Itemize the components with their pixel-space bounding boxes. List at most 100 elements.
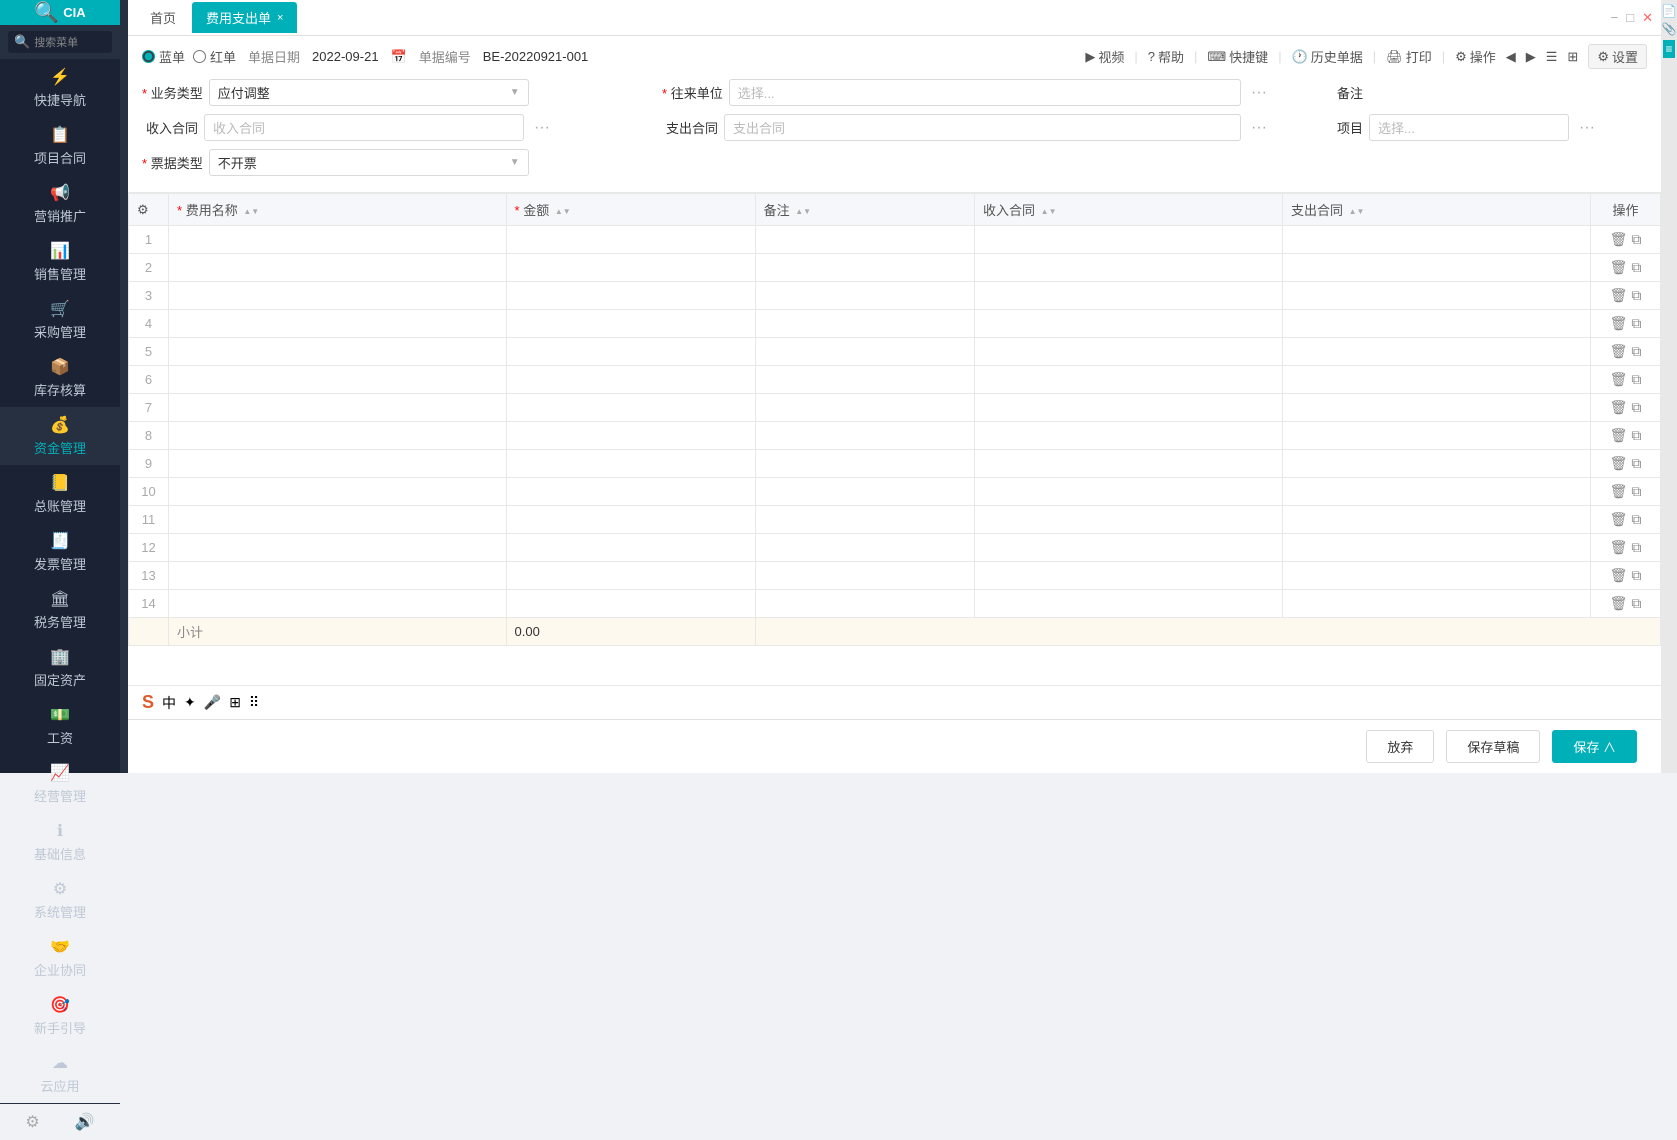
copy-row-7-icon[interactable]: ⧉ [1631, 399, 1641, 415]
invoice-type-select[interactable]: 不开票 ▼ [209, 149, 529, 176]
expense-contract-14[interactable] [1283, 590, 1591, 618]
sort-note-icon[interactable]: ▲▼ [795, 207, 811, 216]
expense-contract-5[interactable] [1283, 338, 1591, 366]
sidebar-item-新手引导[interactable]: 🎯 新手引导 [0, 987, 120, 1045]
expense-name-3[interactable] [169, 282, 507, 310]
income-contract-6[interactable] [975, 366, 1283, 394]
delete-row-10-icon[interactable]: 🗑 [1610, 483, 1628, 499]
copy-row-1-icon[interactable]: ⧉ [1631, 231, 1641, 247]
note-7[interactable] [755, 394, 974, 422]
note-12[interactable] [755, 534, 974, 562]
volume-icon[interactable]: 🔊 [75, 1112, 95, 1132]
window-close-icon[interactable]: ✕ [1642, 10, 1653, 26]
ops-btn[interactable]: ⚙ 操作 [1455, 47, 1496, 66]
delete-row-5-icon[interactable]: 🗑 [1610, 343, 1628, 359]
note-5[interactable] [755, 338, 974, 366]
sidebar-scrollbar[interactable] [120, 0, 128, 773]
copy-row-8-icon[interactable]: ⧉ [1631, 427, 1641, 443]
help-btn[interactable]: ? 帮助 [1148, 47, 1184, 66]
partner-input[interactable]: 选择... [729, 79, 1241, 106]
tag-icon-4[interactable]: ⊞ [229, 694, 241, 711]
print-btn[interactable]: 🖨 打印 [1386, 47, 1432, 66]
expense-name-5[interactable] [169, 338, 507, 366]
delete-row-1-icon[interactable]: 🗑 [1610, 231, 1628, 247]
sort-expense-contract-icon[interactable]: ▲▼ [1349, 207, 1365, 216]
sidebar-item-采购管理[interactable]: 🛒 采购管理 [0, 291, 120, 349]
project-more-btn[interactable]: ··· [1579, 119, 1595, 137]
income-contract-11[interactable] [975, 506, 1283, 534]
expense-name-13[interactable] [169, 562, 507, 590]
tab-close-icon[interactable]: × [277, 12, 283, 24]
amount-14[interactable] [506, 590, 755, 618]
amount-3[interactable] [506, 282, 755, 310]
sidebar-item-企业协同[interactable]: 🤝 企业协同 [0, 929, 120, 987]
tag-icon-3[interactable]: 🎤 [204, 694, 221, 711]
amount-7[interactable] [506, 394, 755, 422]
amount-5[interactable] [506, 338, 755, 366]
note-9[interactable] [755, 450, 974, 478]
sort-expense-name-icon[interactable]: ▲▼ [243, 207, 259, 216]
copy-row-13-icon[interactable]: ⧉ [1631, 567, 1641, 583]
note-11[interactable] [755, 506, 974, 534]
discard-button[interactable]: 放弃 [1366, 730, 1434, 763]
income-contract-10[interactable] [975, 478, 1283, 506]
expense-contract-7[interactable] [1283, 394, 1591, 422]
shortcut-btn[interactable]: ⌨ 快捷键 [1207, 47, 1268, 66]
th-income-contract[interactable]: 收入合同 ▲▼ [975, 194, 1283, 226]
delete-row-6-icon[interactable]: 🗑 [1610, 371, 1628, 387]
nav-right-btn[interactable]: ▶ [1526, 49, 1536, 65]
right-panel-icon-3[interactable]: ≡ [1663, 40, 1674, 58]
expense-name-2[interactable] [169, 254, 507, 282]
delete-row-12-icon[interactable]: 🗑 [1610, 539, 1628, 555]
delete-row-2-icon[interactable]: 🗑 [1610, 259, 1628, 275]
settings-bottom-icon[interactable]: ⚙ [25, 1112, 39, 1132]
delete-row-14-icon[interactable]: 🗑 [1610, 595, 1628, 611]
income-contract-more-btn[interactable]: ··· [534, 119, 550, 137]
grid-view-btn[interactable]: ⊞ [1567, 49, 1578, 65]
history-btn[interactable]: 🕐 历史单据 [1292, 47, 1363, 66]
amount-8[interactable] [506, 422, 755, 450]
window-maximize-icon[interactable]: □ [1626, 10, 1634, 26]
expense-contract-4[interactable] [1283, 310, 1591, 338]
radio-red-input[interactable] [193, 50, 206, 63]
note-6[interactable] [755, 366, 974, 394]
copy-row-4-icon[interactable]: ⧉ [1631, 315, 1641, 331]
delete-row-13-icon[interactable]: 🗑 [1610, 567, 1628, 583]
tab-home[interactable]: 首页 [136, 2, 190, 33]
expense-contract-12[interactable] [1283, 534, 1591, 562]
right-panel-icon-1[interactable]: 📄 [1662, 4, 1677, 18]
expense-name-12[interactable] [169, 534, 507, 562]
sort-income-contract-icon[interactable]: ▲▼ [1041, 207, 1057, 216]
window-minimize-icon[interactable]: − [1611, 10, 1619, 26]
expense-contract-input[interactable]: 支出合同 [724, 114, 1241, 141]
note-8[interactable] [755, 422, 974, 450]
income-contract-2[interactable] [975, 254, 1283, 282]
sidebar-item-发票管理[interactable]: 🧾 发票管理 [0, 523, 120, 581]
note-13[interactable] [755, 562, 974, 590]
amount-1[interactable] [506, 226, 755, 254]
amount-12[interactable] [506, 534, 755, 562]
expense-name-7[interactable] [169, 394, 507, 422]
sort-amount-icon[interactable]: ▲▼ [555, 207, 571, 216]
video-btn[interactable]: ▶ 视频 [1085, 47, 1124, 66]
income-contract-4[interactable] [975, 310, 1283, 338]
expense-name-8[interactable] [169, 422, 507, 450]
sidebar-item-工资[interactable]: 💵 工资 [0, 697, 120, 755]
sidebar-item-销售管理[interactable]: 📊 销售管理 [0, 233, 120, 291]
expense-contract-more-btn[interactable]: ··· [1251, 119, 1267, 137]
note-10[interactable] [755, 478, 974, 506]
radio-blue-label[interactable]: 蓝单 [142, 47, 185, 66]
tag-icon-5[interactable]: ⠿ [249, 694, 259, 711]
expense-contract-6[interactable] [1283, 366, 1591, 394]
tab-expense[interactable]: 费用支出单 × [192, 2, 297, 33]
radio-blue-input[interactable] [142, 50, 155, 63]
delete-row-8-icon[interactable]: 🗑 [1610, 427, 1628, 443]
income-contract-7[interactable] [975, 394, 1283, 422]
income-contract-3[interactable] [975, 282, 1283, 310]
sidebar-item-固定资产[interactable]: 🏢 固定资产 [0, 639, 120, 697]
expense-contract-10[interactable] [1283, 478, 1591, 506]
sidebar-item-营销推广[interactable]: 📢 营销推广 [0, 175, 120, 233]
list-view-btn[interactable]: ☰ [1546, 49, 1558, 65]
sidebar-item-总账管理[interactable]: 📒 总账管理 [0, 465, 120, 523]
sidebar-item-系统管理[interactable]: ⚙ 系统管理 [0, 871, 120, 929]
